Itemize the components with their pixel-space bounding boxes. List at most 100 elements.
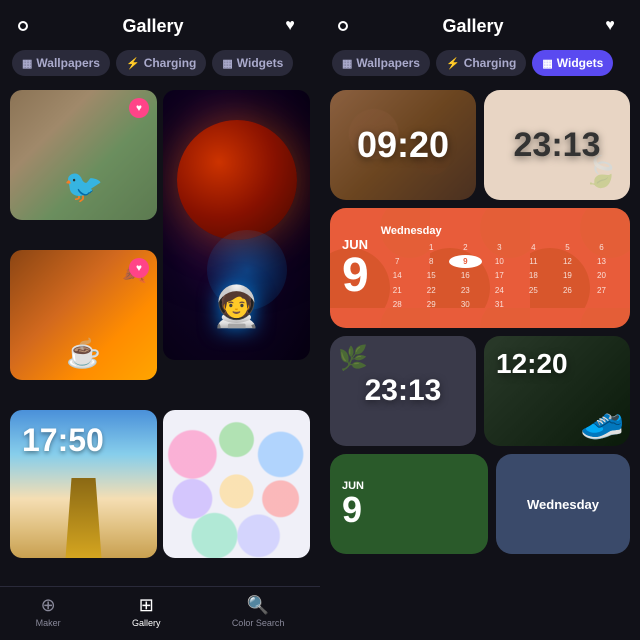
- widget-wednesday[interactable]: Wednesday: [496, 454, 630, 554]
- shoe-icon: 👟: [580, 399, 625, 441]
- right-tab-wallpapers[interactable]: ▦ Wallpapers: [332, 50, 430, 76]
- cal-header-th: 4: [517, 241, 550, 254]
- space-astronaut: 🧑‍🚀: [212, 283, 262, 330]
- widget-calendar[interactable]: JUN 9 Wednesday 1 2 3 4 5 6: [330, 208, 630, 328]
- nav-color-search[interactable]: 🔍 Color Search: [232, 595, 285, 628]
- wednesday-label: Wednesday: [527, 497, 599, 512]
- cal-header-su: [381, 241, 414, 254]
- bridge-element: [54, 478, 114, 558]
- widget-row-3: 🌿 23:13 12:20 👟: [330, 336, 630, 446]
- space-wallpaper[interactable]: 🧑‍🚀: [163, 90, 310, 360]
- left-bottom-nav: ⊕ Maker ⊞ Gallery 🔍 Color Search: [0, 586, 320, 640]
- widget-time-1220: 12:20: [496, 348, 568, 380]
- charging-icon: ⚡: [126, 57, 140, 70]
- cal-d10: 10: [483, 255, 516, 268]
- bird-heart-badge: ♥: [129, 98, 149, 118]
- cal-d7: 7: [381, 255, 414, 268]
- cal-d23: 23: [449, 284, 482, 297]
- cal-d9-today: 9: [449, 255, 482, 268]
- cal-header-mo: 1: [415, 241, 448, 254]
- geometric-wallpaper[interactable]: [163, 410, 310, 558]
- geo-circles: [163, 410, 310, 558]
- widget-shoe[interactable]: 12:20 👟: [484, 336, 630, 446]
- cal-cells: 1 2 3 4 5 6 7 8 9 10 11 12 13: [381, 241, 618, 311]
- right-tab-widgets[interactable]: ▦ Widgets: [532, 50, 613, 76]
- gallery-icon: ⊞: [139, 595, 154, 616]
- widget-light-clock-1[interactable]: 23:13 🍃: [484, 90, 630, 200]
- left-header-title: Gallery: [122, 16, 183, 37]
- left-tab-charging[interactable]: ⚡ Charging: [116, 50, 206, 76]
- autumn-heart-badge: ♥: [129, 258, 149, 278]
- right-dot-icon: [338, 21, 348, 31]
- cal-d30: 30: [449, 298, 482, 311]
- cal-d22: 22: [415, 284, 448, 297]
- nav-gallery[interactable]: ⊞ Gallery: [132, 595, 161, 628]
- cal-day: 9: [342, 252, 369, 300]
- cal-d15: 15: [415, 269, 448, 282]
- wallpapers-icon: ▦: [22, 57, 32, 70]
- left-heart-icon[interactable]: ♥: [278, 14, 302, 38]
- cal-header-fr: 5: [551, 241, 584, 254]
- clock-wallpaper[interactable]: 17:50: [10, 410, 157, 558]
- widget-row-1: 09:20 23:13 🍃: [330, 90, 630, 200]
- widget-dark-clock-2[interactable]: 🌿 23:13: [330, 336, 476, 446]
- cal-d21: 21: [381, 284, 414, 297]
- cal-d17: 17: [483, 269, 516, 282]
- cal-weekday: Wednesday: [381, 225, 618, 237]
- cal-d24: 24: [483, 284, 516, 297]
- left-tab-bar: ▦ Wallpapers ⚡ Charging ▦ Widgets: [0, 46, 320, 84]
- left-dot-icon: [18, 21, 28, 31]
- r-wallpapers-icon: ▦: [342, 57, 352, 70]
- cal-d13: 13: [585, 255, 618, 268]
- clock-time-display: 17:50: [22, 422, 104, 459]
- cal-d25: 25: [517, 284, 550, 297]
- cal-d14: 14: [381, 269, 414, 282]
- bird-wallpaper[interactable]: ♥: [10, 90, 157, 220]
- calendar-grid: Wednesday 1 2 3 4 5 6 7 8 9 10: [381, 225, 618, 311]
- cal-d8: 8: [415, 255, 448, 268]
- wallpaper-grid: ♥ 🧑‍🚀 ♥ 17:50: [10, 90, 310, 580]
- r-widgets-icon: ▦: [542, 57, 552, 70]
- cal-d11: 11: [517, 255, 550, 268]
- widget-calendar-2[interactable]: JUN 9: [330, 454, 488, 554]
- widget-row-2: JUN 9 Wednesday 1 2 3 4 5 6: [330, 208, 630, 328]
- right-heart-icon[interactable]: ♥: [598, 14, 622, 38]
- cal-d12: 12: [551, 255, 584, 268]
- right-tab-charging[interactable]: ⚡ Charging: [436, 50, 526, 76]
- widget-dark-clock-1[interactable]: 09:20: [330, 90, 476, 200]
- cal-d29: 29: [415, 298, 448, 311]
- widgets-icon: ▦: [222, 57, 232, 70]
- cal2-day: 9: [342, 492, 364, 528]
- right-content: 09:20 23:13 🍃 JUN 9 Wednesday: [320, 84, 640, 640]
- cal-header-tu: 2: [449, 241, 482, 254]
- cal-header-we: 3: [483, 241, 516, 254]
- r-charging-icon: ⚡: [446, 57, 460, 70]
- right-panel: Gallery ♥ ▦ Wallpapers ⚡ Charging ▦ Widg…: [320, 0, 640, 640]
- calendar-date: JUN 9: [342, 237, 369, 300]
- cal-header-sa: 6: [585, 241, 618, 254]
- cal-d18: 18: [517, 269, 550, 282]
- right-header-title: Gallery: [442, 16, 503, 37]
- left-tab-wallpapers[interactable]: ▦ Wallpapers: [12, 50, 110, 76]
- widget-time-2313b: 23:13: [365, 374, 442, 408]
- cal-d26: 26: [551, 284, 584, 297]
- left-tab-widgets[interactable]: ▦ Widgets: [212, 50, 293, 76]
- dark-leaf-icon: 🌿: [338, 344, 368, 373]
- nav-maker[interactable]: ⊕ Maker: [36, 595, 61, 628]
- calendar-2-date: JUN 9: [342, 480, 364, 528]
- autumn-wallpaper[interactable]: ♥: [10, 250, 157, 380]
- cal-d20: 20: [585, 269, 618, 282]
- cal-d16: 16: [449, 269, 482, 282]
- maker-icon: ⊕: [41, 595, 56, 616]
- left-header: Gallery ♥: [0, 0, 320, 46]
- cal-d19: 19: [551, 269, 584, 282]
- space-planet: [177, 120, 297, 240]
- left-content: ♥ 🧑‍🚀 ♥ 17:50: [0, 84, 320, 586]
- widget-time-2313: 23:13: [514, 126, 601, 165]
- cal-d31: 31: [483, 298, 516, 311]
- widget-row-4: JUN 9 Wednesday: [330, 454, 630, 554]
- widget-grid: 09:20 23:13 🍃 JUN 9 Wednesday: [330, 90, 630, 634]
- search-icon: 🔍: [247, 595, 269, 616]
- right-tab-bar: ▦ Wallpapers ⚡ Charging ▦ Widgets: [320, 46, 640, 84]
- left-panel: Gallery ♥ ▦ Wallpapers ⚡ Charging ▦ Widg…: [0, 0, 320, 640]
